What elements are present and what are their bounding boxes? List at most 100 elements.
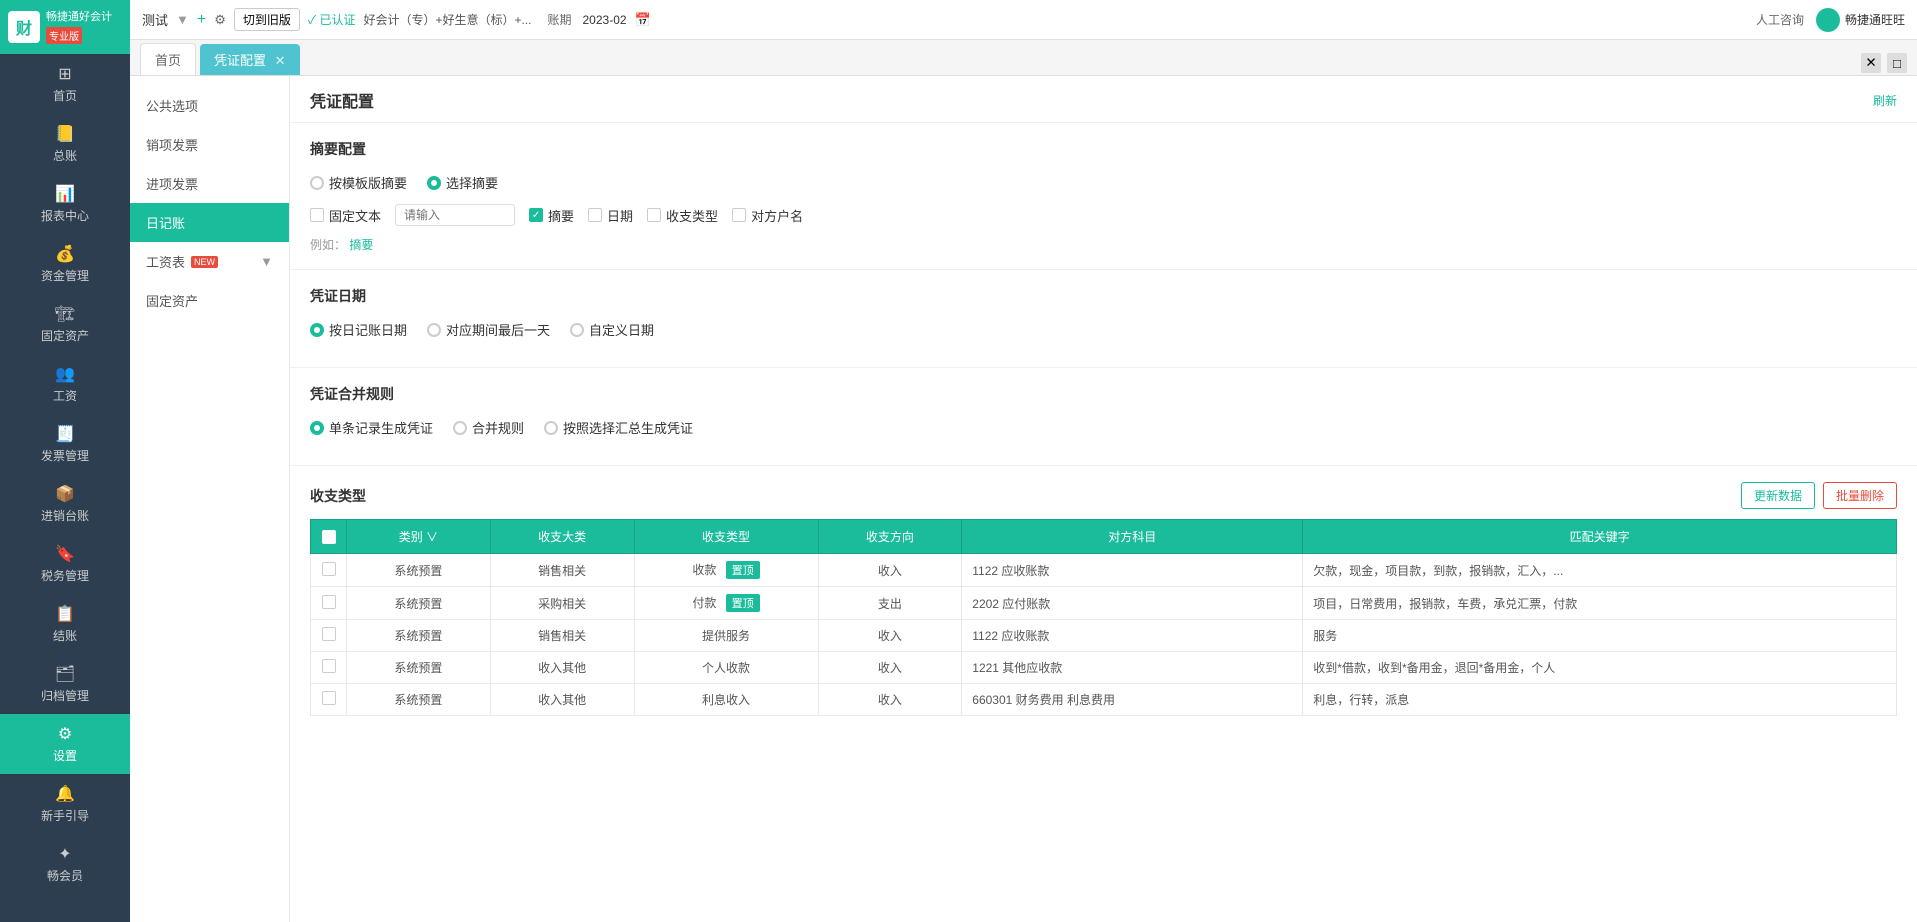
- tab-close-icon[interactable]: ✕: [275, 53, 286, 68]
- income-expense-title: 收支类型: [310, 486, 366, 506]
- sidebar-item-invoice-mgmt[interactable]: 🧾 发票管理: [0, 414, 130, 474]
- sales-icon: 📦: [55, 484, 75, 504]
- left-nav-sales-invoice[interactable]: 销项发票: [130, 125, 289, 164]
- th-sub-type: 收支类型: [634, 520, 818, 554]
- radio-total[interactable]: 按照选择汇总生成凭证: [544, 418, 693, 437]
- left-nav-purchase-invoice[interactable]: 进项发票: [130, 164, 289, 203]
- checkbox-counterparty[interactable]: 对方户名: [732, 206, 803, 225]
- topbar: 测试 ▼ + ⚙ 切到旧版 ✓ 已认证 好会计（专）+好生意（标）+... 账期…: [130, 0, 1917, 40]
- certified-badge: ✓ 已认证: [308, 11, 356, 28]
- checkbox-fixed-text[interactable]: 固定文本: [310, 206, 381, 225]
- ledger-icon: 📒: [55, 124, 75, 144]
- checkbox-counterparty-box: [732, 208, 746, 222]
- topbar-gear-icon[interactable]: ⚙: [214, 12, 226, 28]
- sidebar-item-label: 新手引导: [41, 807, 89, 824]
- pin-tag-0[interactable]: 置顶: [726, 561, 760, 579]
- income-expense-section: 收支类型 更新数据 批量删除 类别 ∨: [290, 466, 1917, 732]
- radio-single-record[interactable]: 单条记录生成凭证: [310, 418, 433, 437]
- tax-icon: 🔖: [55, 544, 75, 564]
- window-maximize-button[interactable]: □: [1887, 53, 1907, 73]
- topbar-add-icon[interactable]: +: [197, 11, 206, 29]
- sidebar-item-new-guide[interactable]: 🔔 新手引导: [0, 774, 130, 834]
- sidebar-item-member[interactable]: ✦ 畅会员: [0, 834, 130, 894]
- sidebar-item-settings[interactable]: ⚙ 设置: [0, 714, 130, 774]
- radio-merge-rules[interactable]: 合并规则: [453, 418, 524, 437]
- left-nav-fixed-assets[interactable]: 固定资产: [130, 281, 289, 320]
- th-category[interactable]: 类别 ∨: [347, 520, 491, 554]
- checkbox-summary[interactable]: ✓ 摘要: [529, 206, 574, 225]
- sidebar-item-label: 设置: [53, 747, 77, 764]
- topbar-support[interactable]: 人工咨询: [1756, 11, 1804, 28]
- fixed-text-input[interactable]: [395, 204, 515, 226]
- sidebar-item-general-ledger[interactable]: 📒 总账: [0, 114, 130, 174]
- row-direction-3: 收入: [818, 652, 962, 684]
- sidebar-item-label: 畅会员: [47, 867, 83, 884]
- left-nav: 公共选项 销项发票 进项发票 日记账 工资表 NEW ▼ 固定资产: [130, 76, 290, 922]
- sidebar-item-fixed-assets[interactable]: 🏗 固定资产: [0, 294, 130, 354]
- topbar-title: 测试: [142, 10, 168, 29]
- left-nav-journal[interactable]: 日记账: [130, 203, 289, 242]
- sidebar-item-archive[interactable]: 🗂 归档管理: [0, 654, 130, 714]
- th-checkbox[interactable]: [311, 520, 347, 554]
- sidebar-item-reports[interactable]: 📊 报表中心: [0, 174, 130, 234]
- settlement-icon: 📋: [55, 604, 75, 624]
- sidebar-item-payroll[interactable]: 👥 工资: [0, 354, 130, 414]
- row-account-0: 1122 应收账款: [962, 554, 1303, 587]
- sidebar-item-label: 发票管理: [41, 447, 89, 464]
- sidebar-item-settlement[interactable]: 📋 结账: [0, 594, 130, 654]
- row-checkbox-1[interactable]: [311, 587, 347, 620]
- checkbox-type-box: [647, 208, 661, 222]
- row-checkbox-4[interactable]: [311, 684, 347, 716]
- row-sub-type-3: 个人收款: [634, 652, 818, 684]
- batch-delete-button[interactable]: 批量删除: [1823, 482, 1897, 509]
- radio-journal-date[interactable]: 按日记账日期: [310, 320, 407, 339]
- settings-icon: ⚙: [58, 724, 72, 744]
- radio-custom-date-circle: [570, 323, 584, 337]
- expand-icon: ▼: [260, 254, 273, 269]
- topbar-period-label: 账期: [547, 11, 571, 28]
- pin-tag-1[interactable]: 置顶: [726, 594, 760, 612]
- row-category-0: 系统预置: [347, 554, 491, 587]
- new-badge: NEW: [191, 256, 218, 268]
- row-keywords-1: 项目，日常费用，报销款，车费，承兑汇票，付款: [1303, 587, 1897, 620]
- row-sub-type-4: 利息收入: [634, 684, 818, 716]
- row-account-3: 1221 其他应收款: [962, 652, 1303, 684]
- sidebar-item-tax[interactable]: 🔖 税务管理: [0, 534, 130, 594]
- row-checkbox-3[interactable]: [311, 652, 347, 684]
- checkbox-date[interactable]: 日期: [588, 206, 633, 225]
- row-category-3: 系统预置: [347, 652, 491, 684]
- sidebar-item-label: 资金管理: [41, 267, 89, 284]
- topbar-user[interactable]: 畅捷通旺旺: [1816, 8, 1905, 32]
- left-nav-public[interactable]: 公共选项: [130, 86, 289, 125]
- checkbox-type[interactable]: 收支类型: [647, 206, 718, 225]
- row-checkbox-2[interactable]: [311, 620, 347, 652]
- row-category-2: 系统预置: [347, 620, 491, 652]
- page-title: 凭证配置: [310, 88, 374, 112]
- voucher-date-radio-group: 按日记账日期 对应期间最后一天 自定义日期: [310, 320, 1897, 339]
- row-checkbox-0[interactable]: [311, 554, 347, 587]
- tab-home[interactable]: 首页: [140, 43, 196, 75]
- row-major-type-2: 销售相关: [490, 620, 634, 652]
- refresh-button[interactable]: 刷新: [1873, 92, 1897, 109]
- logo-icon: 财: [8, 11, 40, 43]
- radio-custom-date[interactable]: 自定义日期: [570, 320, 654, 339]
- sidebar-item-sales-purchase[interactable]: 📦 进销台账: [0, 474, 130, 534]
- window-close-button[interactable]: ✕: [1861, 53, 1881, 73]
- row-major-type-4: 收入其他: [490, 684, 634, 716]
- left-nav-payroll-table[interactable]: 工资表 NEW ▼: [130, 242, 289, 281]
- sidebar-item-label: 固定资产: [41, 327, 89, 344]
- logo-text: 畅捷通好会计: [46, 10, 112, 25]
- radio-period-last[interactable]: 对应期间最后一天: [427, 320, 550, 339]
- invoice-icon: 🧾: [55, 424, 75, 444]
- switch-version-button[interactable]: 切到旧版: [234, 8, 300, 31]
- tabbar: 首页 凭证配置 ✕ ✕ □: [130, 40, 1917, 76]
- sidebar-item-home[interactable]: ⊞ 首页: [0, 54, 130, 114]
- update-data-button[interactable]: 更新数据: [1741, 482, 1815, 509]
- radio-select-summary[interactable]: 选择摘要: [427, 173, 498, 192]
- table-actions: 更新数据 批量删除: [1741, 482, 1897, 509]
- radio-template[interactable]: 按模板版摘要: [310, 173, 407, 192]
- reports-icon: 📊: [55, 184, 75, 204]
- tab-voucher-config[interactable]: 凭证配置 ✕: [200, 44, 300, 75]
- sidebar-item-funds[interactable]: 💰 资金管理: [0, 234, 130, 294]
- archive-icon: 🗂: [55, 664, 75, 684]
